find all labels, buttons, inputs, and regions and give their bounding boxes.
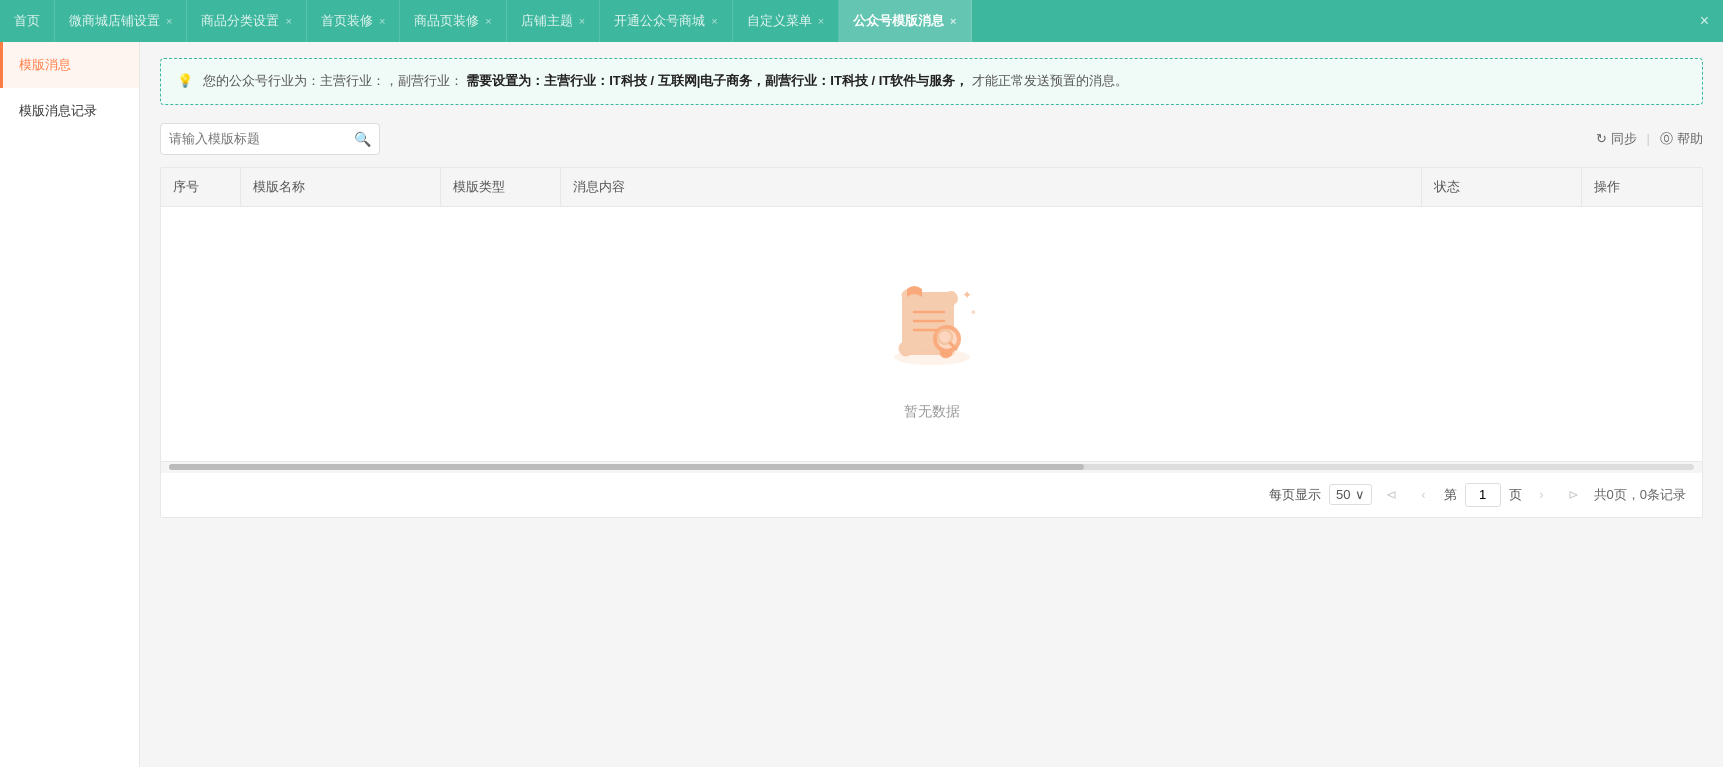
sync-icon: ↻: [1596, 131, 1607, 146]
scrollbar-track: [169, 464, 1694, 470]
close-homepage-decor-icon[interactable]: ×: [379, 15, 385, 27]
scrollbar-thumb: [169, 464, 1084, 470]
top-nav: 首页 微商城店铺设置 × 商品分类设置 × 首页装修 × 商品页装修 × 店铺主…: [0, 0, 1723, 42]
col-header-action: 操作: [1582, 168, 1702, 206]
chevron-down-icon: ∨: [1355, 487, 1365, 502]
nav-tab-product-decor[interactable]: 商品页装修 ×: [400, 0, 506, 42]
empty-state: ✦ ✦ 暂无数据: [161, 207, 1702, 461]
page-size-value: 50: [1336, 487, 1350, 502]
page-label-suffix: 页: [1509, 486, 1522, 504]
sidebar-item-template-msg-label: 模版消息: [19, 57, 71, 72]
close-category-settings-icon[interactable]: ×: [285, 15, 291, 27]
nav-tab-custom-menu[interactable]: 自定义菜单 ×: [733, 0, 839, 42]
notice-highlight: 需要设置为：主营行业：IT科技 / 互联网|电子商务，副营行业：IT科技 / I…: [466, 73, 968, 88]
notice-prefix: 您的公众号行业为：主营行业：，副营行业：: [203, 73, 463, 88]
empty-state-text: 暂无数据: [904, 403, 960, 421]
sidebar: 模版消息 模版消息记录: [0, 42, 140, 767]
col-header-index: 序号: [161, 168, 241, 206]
search-input-wrapper: 🔍: [160, 123, 380, 155]
search-bar: 🔍 ↻ 同步 | ⓪ 帮助: [160, 123, 1703, 155]
nav-tab-open-mall-label: 开通公众号商城: [614, 12, 705, 30]
close-template-msg-icon[interactable]: ×: [950, 15, 956, 27]
nav-tab-store-settings-label: 微商城店铺设置: [69, 12, 160, 30]
notice-suffix: 才能正常发送预置的消息。: [972, 73, 1128, 88]
help-label: 帮助: [1677, 130, 1703, 148]
svg-text:✦: ✦: [962, 288, 972, 302]
nav-tab-store-settings[interactable]: 微商城店铺设置 ×: [55, 0, 187, 42]
page-size-prefix: 每页显示: [1269, 486, 1321, 504]
col-header-name: 模版名称: [241, 168, 441, 206]
pagination: 每页显示 50 ∨ ⊲ ‹ 第 页 › ⊳ 共0页，0条记录: [161, 473, 1702, 517]
sidebar-item-template-msg-record[interactable]: 模版消息记录: [0, 88, 139, 134]
page-label-prefix: 第: [1444, 486, 1457, 504]
page-total: 共0页，0条记录: [1594, 486, 1686, 504]
nav-tab-store-theme[interactable]: 店铺主题 ×: [507, 0, 600, 42]
main-content: 💡 您的公众号行业为：主营行业：，副营行业： 需要设置为：主营行业：IT科技 /…: [140, 42, 1723, 767]
nav-tab-home[interactable]: 首页: [0, 0, 55, 42]
close-store-theme-icon[interactable]: ×: [579, 15, 585, 27]
search-input[interactable]: [169, 131, 354, 146]
nav-tab-home-label: 首页: [14, 12, 40, 30]
table-header: 序号 模版名称 模版类型 消息内容 状态 操作: [161, 168, 1702, 207]
nav-tab-homepage-decor-label: 首页装修: [321, 12, 373, 30]
nav-tab-category-settings[interactable]: 商品分类设置 ×: [187, 0, 306, 42]
divider: |: [1647, 131, 1650, 146]
nav-tab-open-mall[interactable]: 开通公众号商城 ×: [600, 0, 732, 42]
table-container: 序号 模版名称 模版类型 消息内容 状态 操作: [160, 167, 1703, 518]
sync-label: 同步: [1611, 130, 1637, 148]
empty-state-icon: ✦ ✦: [872, 267, 992, 387]
page-size-select[interactable]: 50 ∨: [1329, 484, 1371, 505]
help-circle-icon: ⓪: [1660, 130, 1673, 148]
main-layout: 模版消息 模版消息记录 💡 您的公众号行业为：主营行业：，副营行业： 需要设置为…: [0, 42, 1723, 767]
nav-tab-template-msg[interactable]: 公众号模版消息 ×: [839, 0, 971, 42]
first-page-button[interactable]: ⊲: [1380, 483, 1404, 507]
current-page-input[interactable]: [1465, 483, 1501, 507]
nav-tab-product-decor-label: 商品页装修: [414, 12, 479, 30]
scrollbar-area[interactable]: [161, 461, 1702, 473]
svg-text:✦: ✦: [970, 308, 977, 317]
nav-tab-homepage-decor[interactable]: 首页装修 ×: [307, 0, 400, 42]
bulb-icon: 💡: [177, 73, 193, 88]
sidebar-item-template-msg[interactable]: 模版消息: [0, 42, 139, 88]
sync-button[interactable]: ↻ 同步: [1596, 130, 1637, 148]
help-button[interactable]: ⓪ 帮助: [1660, 130, 1703, 148]
nav-tab-custom-menu-label: 自定义菜单: [747, 12, 812, 30]
nav-tab-template-msg-label: 公众号模版消息: [853, 12, 944, 30]
last-page-button[interactable]: ⊳: [1562, 483, 1586, 507]
notice-banner: 💡 您的公众号行业为：主营行业：，副营行业： 需要设置为：主营行业：IT科技 /…: [160, 58, 1703, 105]
next-page-button[interactable]: ›: [1530, 483, 1554, 507]
close-custom-menu-icon[interactable]: ×: [818, 15, 824, 27]
nav-tab-store-theme-label: 店铺主题: [521, 12, 573, 30]
close-open-mall-icon[interactable]: ×: [711, 15, 717, 27]
sidebar-item-template-msg-record-label: 模版消息记录: [19, 103, 97, 118]
close-store-settings-icon[interactable]: ×: [166, 15, 172, 27]
col-header-status: 状态: [1422, 168, 1582, 206]
close-product-decor-icon[interactable]: ×: [485, 15, 491, 27]
search-right: ↻ 同步 | ⓪ 帮助: [1596, 130, 1703, 148]
col-header-type: 模版类型: [441, 168, 561, 206]
close-all-button[interactable]: ×: [1686, 12, 1723, 30]
search-icon[interactable]: 🔍: [354, 131, 371, 147]
col-header-content: 消息内容: [561, 168, 1422, 206]
prev-page-button[interactable]: ‹: [1412, 483, 1436, 507]
nav-tab-category-settings-label: 商品分类设置: [201, 12, 279, 30]
